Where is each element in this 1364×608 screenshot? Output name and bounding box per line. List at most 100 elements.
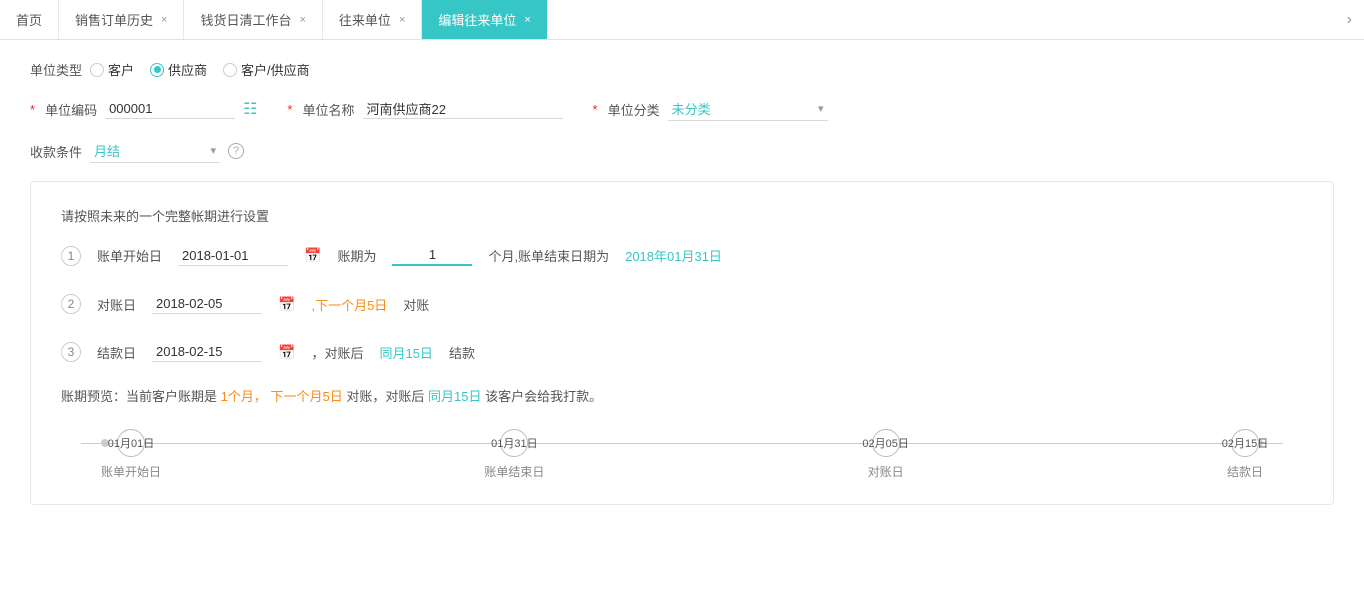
tab-edit-label: 编辑往来单位	[438, 10, 516, 29]
tab-sales-close[interactable]: ×	[161, 14, 167, 26]
tabs-bar: 首页 销售订单历史 × 钱货日清工作台 × 往来单位 × 编辑往来单位 × ›	[0, 0, 1364, 40]
unit-code-input[interactable]	[105, 99, 235, 119]
period-end-date: 2018年01月31日	[625, 246, 722, 265]
tab-edit-close[interactable]: ×	[524, 14, 530, 26]
main-content: 单位类型 客户 供应商 客户/供应商 * 单位编码	[0, 40, 1364, 608]
payment-date-input[interactable]	[152, 342, 262, 362]
unit-category-field: * 单位分类 未分类 ▾	[593, 97, 828, 121]
period-suffix: 个月,账单结束日期为	[488, 246, 609, 265]
tab-cash-work[interactable]: 钱货日清工作台 ×	[184, 0, 322, 39]
timeline-node-2: 01月31日 账单结束日	[484, 429, 544, 480]
unit-type-row: 单位类型 客户 供应商 客户/供应商	[30, 60, 1334, 79]
help-icon[interactable]: ?	[228, 143, 244, 159]
radio-customer[interactable]: 客户	[90, 60, 134, 79]
radio-supplier-circle	[150, 63, 164, 77]
node-marker-3: 02月05日	[872, 429, 900, 457]
reconcile-date-input[interactable]	[152, 294, 262, 314]
payment-terms-row: 收款条件 月结 ▾ ?	[30, 139, 1334, 163]
node-label-3: 对账日	[868, 463, 904, 480]
unit-type-label: 单位类型	[30, 60, 82, 79]
payment-suffix-teal: 同月15日	[379, 343, 432, 362]
unit-code-copy-icon[interactable]: ☷	[243, 99, 257, 119]
node-label-2: 账单结束日	[484, 463, 544, 480]
setting-num-1: 1	[61, 246, 81, 266]
setting-row-1: 1 账单开始日 📅 账期为 个月,账单结束日期为 2018年01月31日	[61, 245, 1303, 266]
preview-orange2: 下一个月5日	[271, 389, 343, 404]
payment-date-calendar-icon[interactable]: 📅	[278, 344, 295, 361]
unit-category-arrow-icon: ▾	[818, 102, 824, 115]
setting-label-2: 对账日	[97, 295, 136, 314]
unit-name-field: * 单位名称	[287, 99, 562, 119]
reconcile-date-calendar-icon[interactable]: 📅	[278, 296, 295, 313]
radio-both[interactable]: 客户/供应商	[223, 60, 310, 79]
node-label-4: 结款日	[1227, 463, 1263, 480]
reconcile-suffix-text: 对账	[403, 295, 429, 314]
period-input[interactable]	[392, 245, 472, 266]
preview-middle: 对账，对账后	[346, 389, 424, 404]
setting-row-2: 2 对账日 📅 ,下一个月5日 对账	[61, 294, 1303, 314]
radio-both-circle	[223, 63, 237, 77]
unit-type-radio-group: 客户 供应商 客户/供应商	[90, 60, 310, 79]
tab-partner-label: 往来单位	[339, 10, 391, 29]
settings-panel: 请按照未来的一个完整帐期进行设置 1 账单开始日 📅 账期为 个月,账单结束日期…	[30, 181, 1334, 505]
radio-customer-label: 客户	[108, 60, 134, 79]
start-date-calendar-icon[interactable]: 📅	[304, 247, 321, 264]
setting-num-2: 2	[61, 294, 81, 314]
preview-text: 账期预览：当前客户账期是 1个月， 下一个月5日 对账，对账后 同月15日 该客…	[61, 386, 1303, 405]
tab-cash-label: 钱货日清工作台	[200, 10, 291, 29]
unit-type-field: 单位类型 客户 供应商 客户/供应商	[30, 60, 310, 79]
unit-name-star: *	[287, 102, 292, 117]
preview-teal: 同月15日	[428, 389, 481, 404]
unit-code-star: *	[30, 102, 35, 117]
node-marker-1: 01月01日	[117, 429, 145, 457]
unit-cat-star: *	[593, 102, 598, 117]
panel-title: 请按照未来的一个完整帐期进行设置	[61, 206, 1303, 225]
tab-edit-partner[interactable]: 编辑往来单位 ×	[422, 0, 547, 39]
preview-end: 该客户会给我打款。	[485, 389, 602, 404]
tab-expand-icon[interactable]: ›	[1335, 11, 1364, 29]
unit-info-row: * 单位编码 ☷ * 单位名称 * 单位分类 未分类 ▾	[30, 97, 1334, 121]
radio-customer-circle	[90, 63, 104, 77]
payment-terms-field: 收款条件 月结 ▾ ?	[30, 139, 244, 163]
timeline-nodes: 01月01日 账单开始日 01月31日 账单结束日 02月05日 对账日 02月…	[101, 429, 1263, 480]
tab-cash-close[interactable]: ×	[299, 14, 305, 26]
setting-label-3: 结款日	[97, 343, 136, 362]
node-marker-2: 01月31日	[500, 429, 528, 457]
tab-partner-close[interactable]: ×	[399, 14, 405, 26]
period-prefix: 账期为	[337, 246, 376, 265]
preview-prefix: 账期预览：当前客户账期是	[61, 389, 217, 404]
tab-home-label: 首页	[16, 10, 42, 29]
tab-partner-unit[interactable]: 往来单位 ×	[323, 0, 422, 39]
timeline-container: 01月01日 账单开始日 01月31日 账单结束日 02月05日 对账日 02月…	[61, 429, 1303, 480]
payment-prefix: ，对账后	[311, 343, 363, 362]
tab-sales-order-history[interactable]: 销售订单历史 ×	[59, 0, 184, 39]
payment-terms-arrow-icon: ▾	[210, 144, 216, 157]
tab-sales-label: 销售订单历史	[75, 10, 153, 29]
payment-terms-dropdown[interactable]: 月结 ▾	[90, 139, 220, 163]
timeline-node-1: 01月01日 账单开始日	[101, 429, 161, 480]
timeline-node-4: 02月15日 结款日	[1227, 429, 1263, 480]
setting-label-1: 账单开始日	[97, 246, 162, 265]
timeline-node-3: 02月05日 对账日	[868, 429, 904, 480]
preview-orange1: 1个月，	[221, 389, 267, 404]
tab-home[interactable]: 首页	[0, 0, 59, 39]
unit-category-label: 单位分类	[608, 100, 660, 119]
unit-code-field: * 单位编码 ☷	[30, 99, 257, 119]
radio-both-label: 客户/供应商	[241, 60, 310, 79]
radio-supplier-label: 供应商	[168, 60, 207, 79]
unit-category-value: 未分类	[672, 99, 814, 118]
unit-name-input[interactable]	[363, 99, 563, 119]
payment-terms-value: 月结	[94, 141, 206, 160]
node-label-1: 账单开始日	[101, 463, 161, 480]
unit-category-dropdown[interactable]: 未分类 ▾	[668, 97, 828, 121]
radio-supplier[interactable]: 供应商	[150, 60, 207, 79]
payment-suffix-text: 结款	[449, 343, 475, 362]
start-date-input[interactable]	[178, 246, 288, 266]
unit-name-label: 单位名称	[302, 100, 354, 119]
payment-terms-label: 收款条件	[30, 142, 82, 161]
setting-row-3: 3 结款日 📅 ，对账后 同月15日 结款	[61, 342, 1303, 362]
node-marker-4: 02月15日	[1231, 429, 1259, 457]
reconcile-suffix-orange: ,下一个月5日	[311, 295, 387, 314]
setting-num-3: 3	[61, 342, 81, 362]
unit-code-label: 单位编码	[45, 100, 97, 119]
